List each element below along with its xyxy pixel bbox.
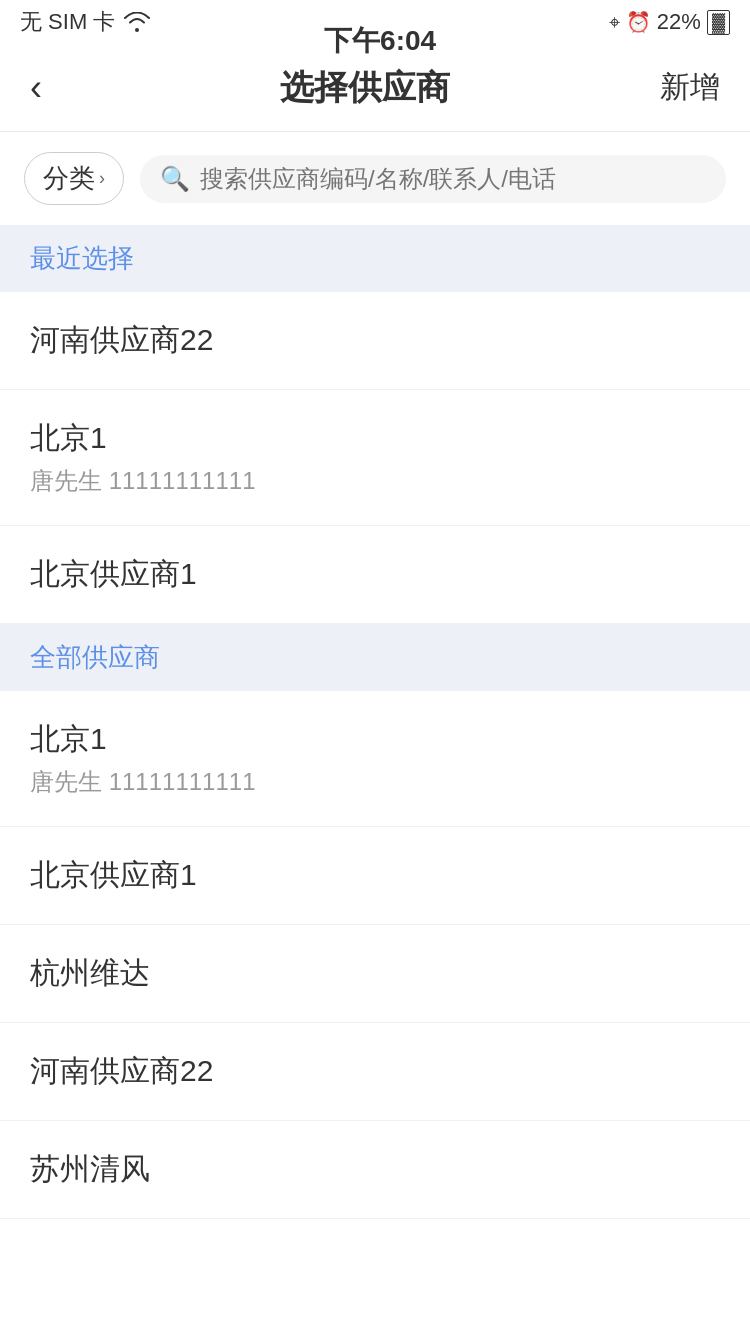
item-sub: 唐先生 11111111111 bbox=[30, 465, 720, 497]
list-item[interactable]: 北京1 唐先生 11111111111 bbox=[0, 691, 750, 827]
recent-section-title: 最近选择 bbox=[30, 243, 134, 273]
list-item[interactable]: 河南供应商22 bbox=[0, 1023, 750, 1121]
chevron-right-icon: › bbox=[99, 168, 105, 189]
all-section-header: 全部供应商 bbox=[0, 624, 750, 691]
back-button[interactable]: ‹ bbox=[30, 67, 90, 109]
category-label: 分类 bbox=[43, 161, 95, 196]
category-filter[interactable]: 分类 › bbox=[24, 152, 124, 205]
item-name: 苏州清风 bbox=[30, 1149, 720, 1190]
page-title: 选择供应商 bbox=[280, 65, 450, 111]
all-items-list: 北京1 唐先生 11111111111 北京供应商1 杭州维达 河南供应商22 … bbox=[0, 691, 750, 1219]
list-item[interactable]: 北京供应商1 bbox=[0, 526, 750, 624]
item-name: 北京1 bbox=[30, 418, 720, 459]
item-name: 河南供应商22 bbox=[30, 320, 720, 361]
add-button[interactable]: 新增 bbox=[640, 67, 720, 108]
item-name: 北京供应商1 bbox=[30, 554, 720, 595]
sim-status: 无 SIM 卡 bbox=[20, 7, 115, 37]
status-left: 无 SIM 卡 bbox=[20, 7, 151, 37]
list-item[interactable]: 杭州维达 bbox=[0, 925, 750, 1023]
recent-items-list: 河南供应商22 北京1 唐先生 11111111111 北京供应商1 bbox=[0, 292, 750, 624]
filter-bar: 分类 › 🔍 bbox=[0, 132, 750, 225]
item-name: 北京1 bbox=[30, 719, 720, 760]
list-item[interactable]: 苏州清风 bbox=[0, 1121, 750, 1219]
search-icon: 🔍 bbox=[160, 165, 190, 193]
item-sub: 唐先生 11111111111 bbox=[30, 766, 720, 798]
location-icon: ⌖ bbox=[609, 11, 620, 34]
battery-text: 22% bbox=[657, 9, 701, 35]
search-input[interactable] bbox=[200, 165, 706, 193]
status-bar: 无 SIM 卡 下午6:04 ⌖ ⏰ 22% ▓ bbox=[0, 0, 750, 44]
all-section-title: 全部供应商 bbox=[30, 642, 160, 672]
item-name: 杭州维达 bbox=[30, 953, 720, 994]
item-name: 河南供应商22 bbox=[30, 1051, 720, 1092]
battery-icon: ▓ bbox=[707, 10, 730, 35]
status-right: ⌖ ⏰ 22% ▓ bbox=[609, 9, 730, 35]
item-name: 北京供应商1 bbox=[30, 855, 720, 896]
alarm-icon: ⏰ bbox=[626, 10, 651, 34]
status-time: 下午6:04 bbox=[324, 22, 436, 60]
list-item[interactable]: 北京供应商1 bbox=[0, 827, 750, 925]
list-item[interactable]: 河南供应商22 bbox=[0, 292, 750, 390]
wifi-icon bbox=[123, 12, 151, 32]
recent-section-header: 最近选择 bbox=[0, 225, 750, 292]
list-item[interactable]: 北京1 唐先生 11111111111 bbox=[0, 390, 750, 526]
search-box[interactable]: 🔍 bbox=[140, 155, 726, 203]
